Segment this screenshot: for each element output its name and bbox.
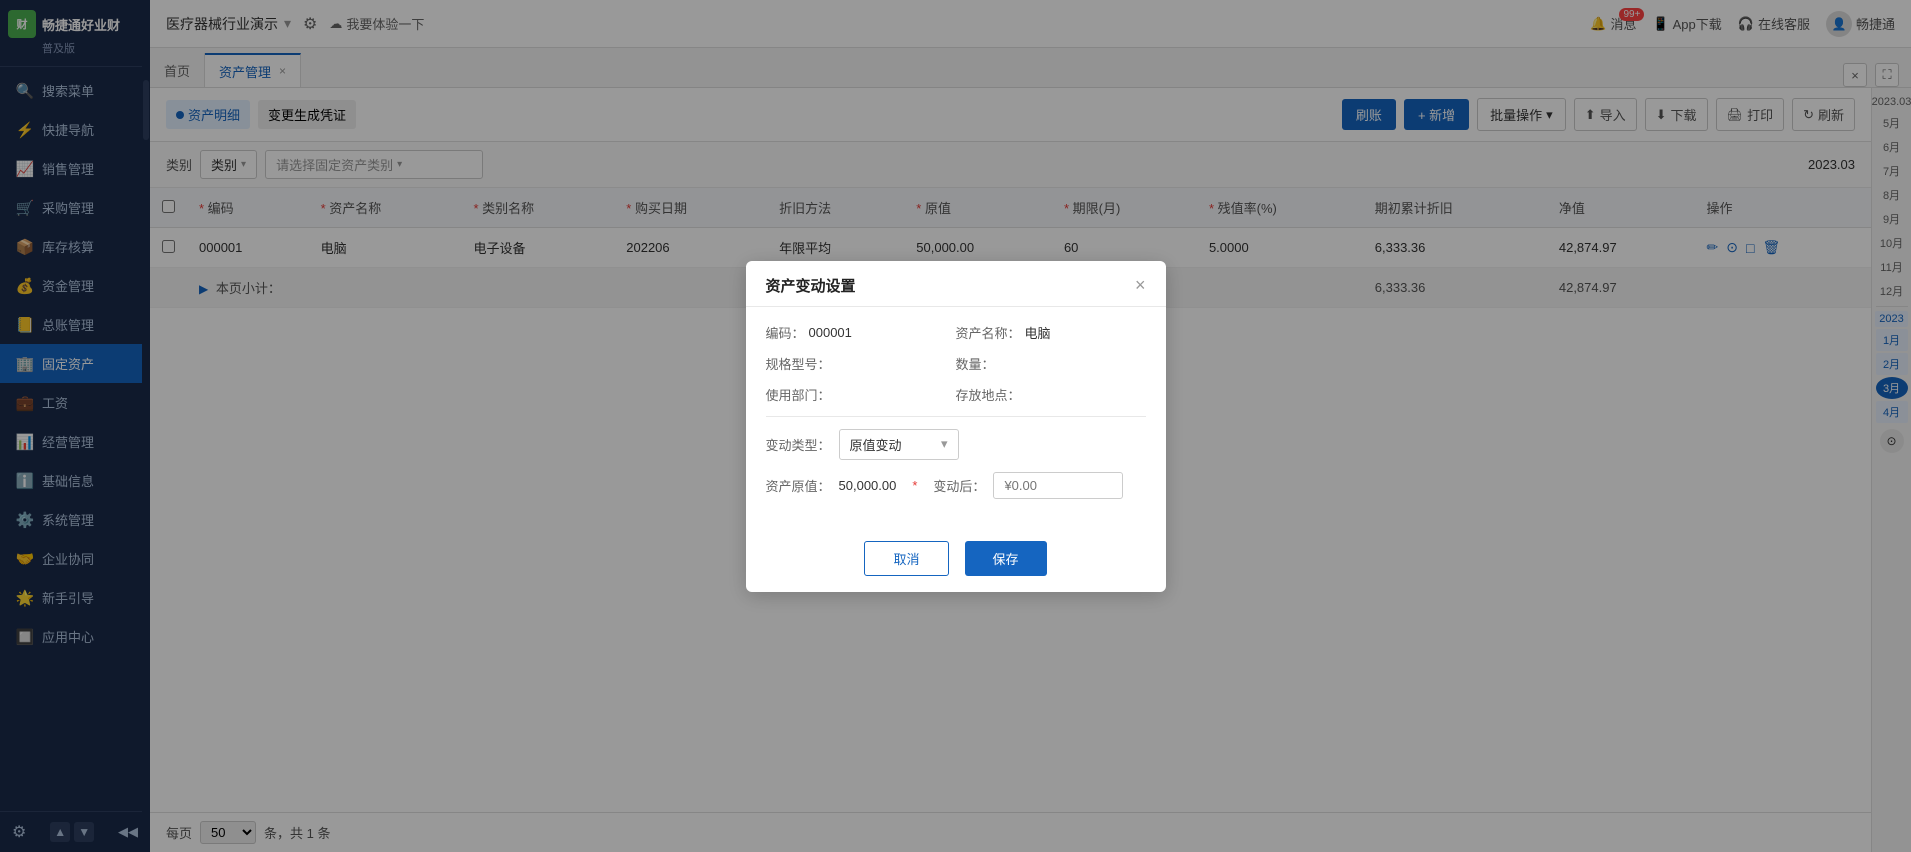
required-star: * bbox=[912, 478, 917, 493]
dialog-row-code-name: 编码： 000001 资产名称： 电脑 bbox=[766, 323, 1146, 342]
original-value-label: 资产原值： bbox=[766, 476, 831, 495]
dialog-col-code: 编码： 000001 bbox=[766, 323, 956, 342]
change-type-arrow: ▾ bbox=[941, 436, 948, 452]
after-change-label: 变动后： bbox=[933, 476, 985, 495]
code-label: 编码： bbox=[766, 323, 805, 342]
asset-change-dialog: 资产变动设置 × 编码： 000001 资产名称： 电脑 规格型号： bbox=[746, 261, 1166, 592]
dialog-title: 资产变动设置 bbox=[766, 275, 856, 296]
department-label: 使用部门： bbox=[766, 385, 831, 404]
dialog-col-department: 使用部门： bbox=[766, 385, 956, 404]
dialog-row-dept-location: 使用部门： 存放地点： bbox=[766, 385, 1146, 404]
asset-name-label: 资产名称： bbox=[956, 323, 1021, 342]
change-type-select[interactable]: 原值变动 ▾ bbox=[839, 429, 959, 460]
quantity-label: 数量： bbox=[956, 354, 995, 373]
dialog-col-name: 资产名称： 电脑 bbox=[956, 323, 1146, 342]
dialog-body: 编码： 000001 资产名称： 电脑 规格型号： 数量： bbox=[746, 307, 1166, 531]
dialog-close-icon[interactable]: × bbox=[1135, 275, 1146, 296]
modal-overlay: 资产变动设置 × 编码： 000001 资产名称： 电脑 规格型号： bbox=[0, 0, 1911, 852]
dialog-divider bbox=[766, 416, 1146, 417]
dialog-footer: 取消 保存 bbox=[746, 531, 1166, 592]
cancel-button[interactable]: 取消 bbox=[864, 541, 948, 576]
asset-name-value: 电脑 bbox=[1025, 323, 1051, 342]
code-value: 000001 bbox=[809, 325, 852, 340]
dialog-change-type-row: 变动类型： 原值变动 ▾ bbox=[766, 429, 1146, 460]
dialog-row-model-quantity: 规格型号： 数量： bbox=[766, 354, 1146, 373]
model-label: 规格型号： bbox=[766, 354, 831, 373]
after-change-input[interactable] bbox=[993, 472, 1123, 499]
dialog-value-row: 资产原值： 50,000.00 * 变动后： bbox=[766, 472, 1146, 499]
change-type-label: 变动类型： bbox=[766, 435, 831, 454]
dialog-header: 资产变动设置 × bbox=[746, 261, 1166, 307]
dialog-col-model: 规格型号： bbox=[766, 354, 956, 373]
save-button[interactable]: 保存 bbox=[965, 541, 1047, 576]
location-label: 存放地点： bbox=[956, 385, 1021, 404]
dialog-col-location: 存放地点： bbox=[956, 385, 1146, 404]
dialog-col-quantity: 数量： bbox=[956, 354, 1146, 373]
original-value-display: 50,000.00 bbox=[839, 478, 897, 493]
change-type-value: 原值变动 bbox=[850, 435, 902, 454]
